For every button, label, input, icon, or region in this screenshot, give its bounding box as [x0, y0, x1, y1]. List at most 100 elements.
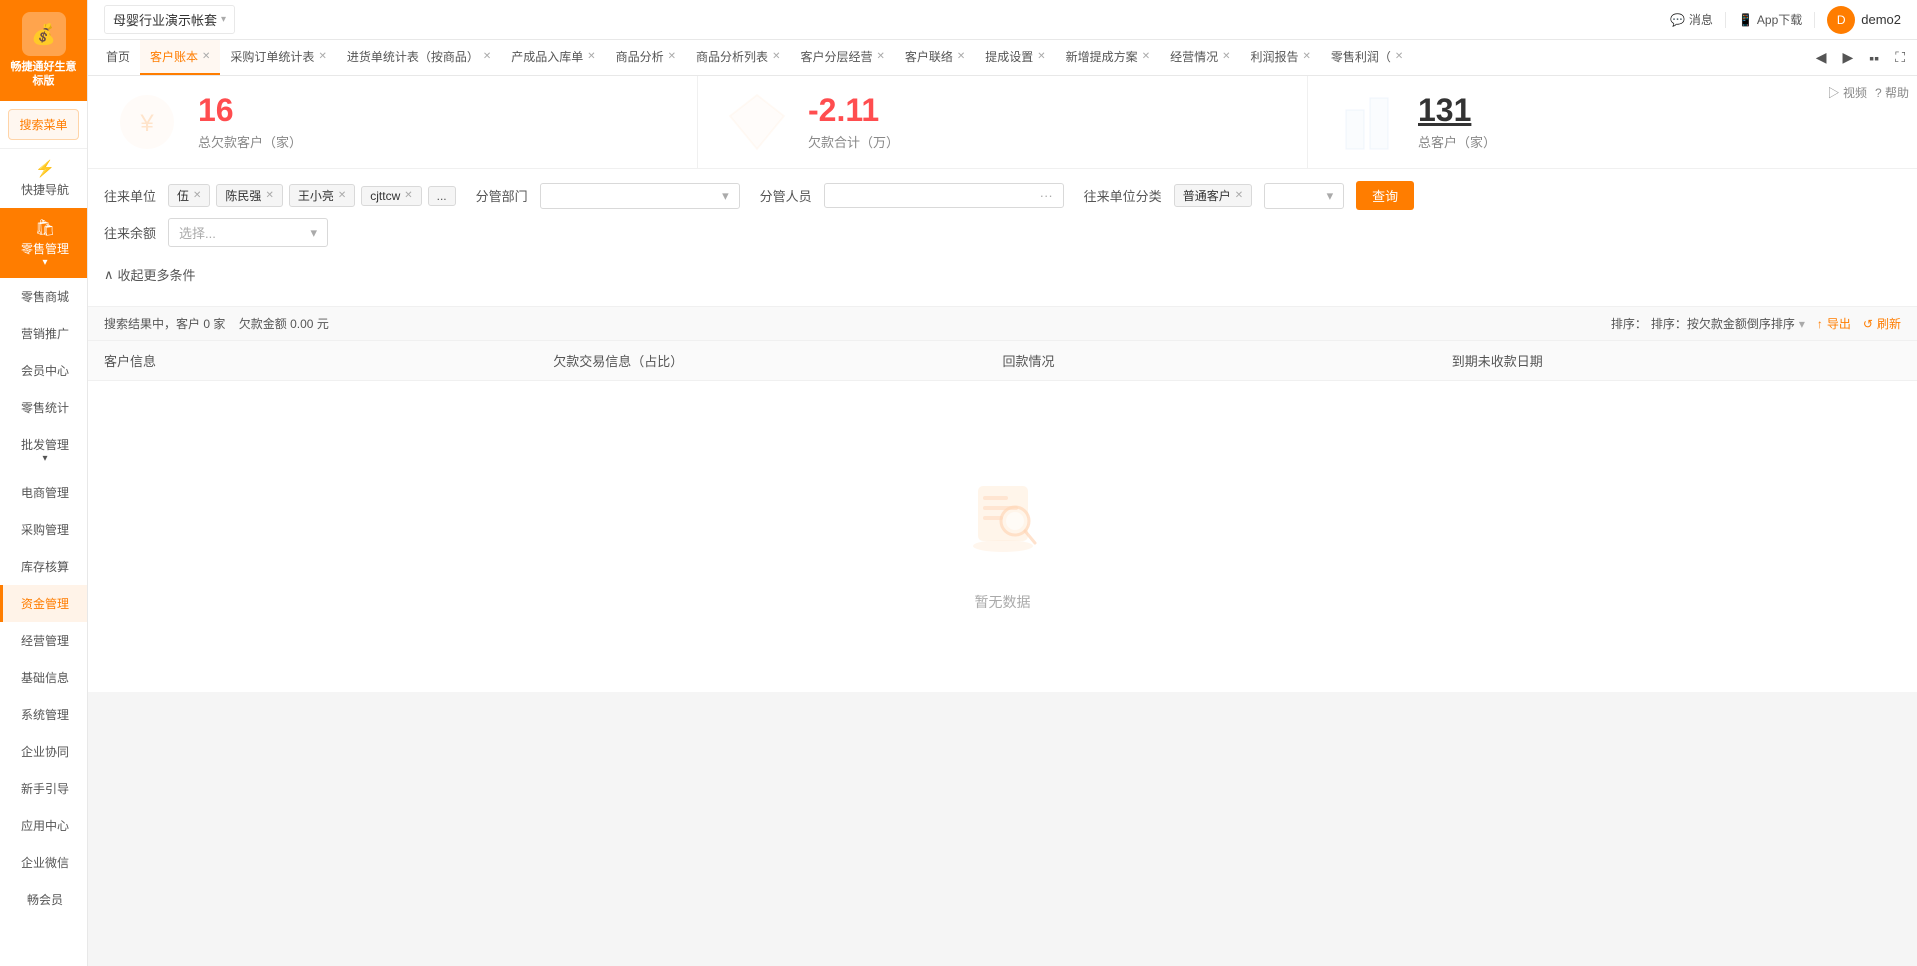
- sidebar-item-purchase[interactable]: 采购管理: [0, 511, 87, 548]
- user-menu[interactable]: D demo2: [1827, 6, 1901, 34]
- empty-text: 暂无数据: [975, 592, 1031, 612]
- sidebar-item-label: 新手引导: [7, 780, 83, 797]
- tag-close-icon[interactable]: ✕: [404, 190, 412, 201]
- tab-customer-account[interactable]: 客户账本 ✕: [140, 40, 220, 75]
- divider: [1814, 12, 1815, 28]
- stat-content-debt: -2.11 欠款合计（万）: [808, 94, 1283, 151]
- tab-close-icon[interactable]: ✕: [1037, 51, 1045, 62]
- tab-label: 提成设置: [985, 48, 1033, 65]
- category-select[interactable]: ▾: [1264, 183, 1344, 209]
- sidebar-item-app-center[interactable]: 应用中心: [0, 807, 87, 844]
- collapse-row: ∧ 收起更多条件: [104, 255, 1901, 294]
- tabs-fullscreen-button[interactable]: ⛶: [1891, 45, 1909, 70]
- tab-close-icon[interactable]: ✕: [483, 51, 491, 62]
- sidebar-item-marketing[interactable]: 营销推广: [0, 315, 87, 352]
- sidebar-item-wholesale[interactable]: 批发管理 ▾: [0, 426, 87, 474]
- global-header: 母婴行业演示帐套 ▾ 💬 消息 📱 App下载 D demo2: [88, 0, 1917, 40]
- col-customer-info: 客户信息: [104, 351, 553, 370]
- sidebar-item-label: 零售统计: [7, 399, 83, 416]
- sidebar-item-retail-management[interactable]: 🛍 零售管理 ▾: [0, 208, 87, 278]
- sidebar-item-member-center[interactable]: 会员中心: [0, 352, 87, 389]
- search-menu-button[interactable]: 搜索菜单: [8, 109, 79, 140]
- sort-selector[interactable]: 排序： 排序：按欠款金额倒序排序 ▾: [1611, 315, 1805, 332]
- tab-commission-settings[interactable]: 提成设置 ✕: [975, 40, 1055, 75]
- tab-close-icon[interactable]: ✕: [318, 51, 326, 62]
- tab-label: 采购订单统计表: [230, 48, 314, 65]
- tabs-next-button[interactable]: ▶: [1838, 45, 1857, 70]
- tab-close-icon[interactable]: ✕: [1142, 51, 1150, 62]
- tab-product-analysis-list[interactable]: 商品分析列表 ✕: [686, 40, 790, 75]
- person-filter-label: 分管人员: [760, 186, 812, 205]
- tab-close-icon[interactable]: ✕: [587, 51, 595, 62]
- stat-content-customers: 131 总客户（家）: [1418, 94, 1893, 151]
- category-filter-label: 往来单位分类: [1084, 186, 1162, 205]
- sidebar-item-inventory[interactable]: 库存核算: [0, 548, 87, 585]
- right-side: 母婴行业演示帐套 ▾ 💬 消息 📱 App下载 D demo2 首页: [88, 0, 1917, 966]
- tab-close-icon[interactable]: ✕: [668, 51, 676, 62]
- tag-close-icon[interactable]: ✕: [193, 190, 201, 201]
- sidebar-item-member[interactable]: 畅会员: [0, 881, 87, 918]
- tab-label: 商品分析: [616, 48, 664, 65]
- dept-select[interactable]: ▾: [540, 183, 740, 209]
- sidebar-logo[interactable]: 💰 畅捷通好生意 标版: [0, 0, 87, 101]
- tab-new-commission[interactable]: 新增提成方案 ✕: [1056, 40, 1160, 75]
- tab-close-icon[interactable]: ✕: [202, 51, 210, 62]
- message-button[interactable]: 💬 消息: [1670, 11, 1713, 28]
- balance-select[interactable]: 选择... ▾: [168, 218, 328, 247]
- tab-product-analysis[interactable]: 商品分析 ✕: [606, 40, 686, 75]
- person-select[interactable]: ···: [824, 183, 1064, 208]
- tab-product-inbound[interactable]: 产成品入库单 ✕: [501, 40, 605, 75]
- tab-home[interactable]: 首页: [96, 40, 140, 75]
- tab-label: 经营情况: [1170, 48, 1218, 65]
- sidebar-search-section: 搜索菜单: [0, 101, 87, 149]
- tab-purchase-order[interactable]: 采购订单统计表 ✕: [220, 40, 336, 75]
- stat-value-debtors: 16: [198, 94, 673, 126]
- refresh-button[interactable]: ↺ 刷新: [1863, 315, 1901, 332]
- tab-close-icon[interactable]: ✕: [1303, 51, 1311, 62]
- empty-state: 暂无数据: [88, 381, 1917, 692]
- help-link[interactable]: ? 帮助: [1875, 84, 1909, 101]
- tab-retail-profit[interactable]: 零售利润（ ✕: [1321, 40, 1413, 75]
- tab-label: 新增提成方案: [1066, 48, 1138, 65]
- sidebar-item-finance[interactable]: 资金管理: [0, 585, 87, 622]
- store-selector[interactable]: 母婴行业演示帐套 ▾: [104, 5, 235, 34]
- sidebar-item-basic-info[interactable]: 基础信息: [0, 659, 87, 696]
- tab-close-icon[interactable]: ✕: [1395, 51, 1403, 62]
- app-download-button[interactable]: 📱 App下载: [1738, 11, 1802, 28]
- tag-close-icon[interactable]: ✕: [1235, 190, 1243, 201]
- sidebar-item-enterprise-wechat[interactable]: 企业微信: [0, 844, 87, 881]
- tab-operation-status[interactable]: 经营情况 ✕: [1160, 40, 1240, 75]
- tab-close-icon[interactable]: ✕: [1222, 51, 1230, 62]
- sidebar-item-ecommerce[interactable]: 电商管理: [0, 474, 87, 511]
- tabs-prev-button[interactable]: ◀: [1812, 45, 1831, 70]
- video-link[interactable]: ▷ 视频: [1828, 84, 1867, 101]
- stat-card-debt: -2.11 欠款合计（万）: [698, 76, 1308, 168]
- sidebar-item-enterprise-coop[interactable]: 企业协同: [0, 733, 87, 770]
- tab-inbound-stats[interactable]: 进货单统计表（按商品） ✕: [337, 40, 501, 75]
- stat-value-customers[interactable]: 131: [1418, 94, 1893, 126]
- tab-profit-report[interactable]: 利润报告 ✕: [1240, 40, 1320, 75]
- tab-close-icon[interactable]: ✕: [876, 51, 884, 62]
- results-bar: 搜索结果中，客户 0 家 欠款金额 0.00 元 排序： 排序：按欠款金额倒序排…: [88, 307, 1917, 341]
- sidebar-item-system[interactable]: 系统管理: [0, 696, 87, 733]
- tag-close-icon[interactable]: ✕: [265, 190, 273, 201]
- sidebar-item-retail-mall[interactable]: 零售商城: [0, 278, 87, 315]
- tabs-menu-button[interactable]: ▪▪: [1865, 46, 1883, 70]
- tab-close-icon[interactable]: ✕: [772, 51, 780, 62]
- tag-close-icon[interactable]: ✕: [338, 190, 346, 201]
- sidebar-item-operations[interactable]: 经营管理: [0, 622, 87, 659]
- page-content: ¥ 16 总欠款客户（家）: [88, 76, 1917, 692]
- sidebar-item-quick-nav[interactable]: ⚡ 快捷导航: [0, 149, 87, 208]
- tab-close-icon[interactable]: ✕: [957, 51, 965, 62]
- sidebar-item-new-guide[interactable]: 新手引导: [0, 770, 87, 807]
- empty-icon: [953, 461, 1053, 580]
- tab-customer-connect[interactable]: 客户联络 ✕: [895, 40, 975, 75]
- search-button[interactable]: 查询: [1356, 181, 1414, 210]
- tab-customer-segment[interactable]: 客户分层经营 ✕: [790, 40, 894, 75]
- filter-tag-more[interactable]: ...: [428, 186, 456, 206]
- sidebar-item-retail-stats[interactable]: 零售统计: [0, 389, 87, 426]
- collapse-button[interactable]: ∧ 收起更多条件: [104, 259, 1901, 290]
- store-dropdown-icon: ▾: [221, 14, 226, 25]
- tab-controls: ◀ ▶ ▪▪ ⛶: [1812, 45, 1909, 70]
- export-button[interactable]: ↑ 导出: [1817, 315, 1851, 332]
